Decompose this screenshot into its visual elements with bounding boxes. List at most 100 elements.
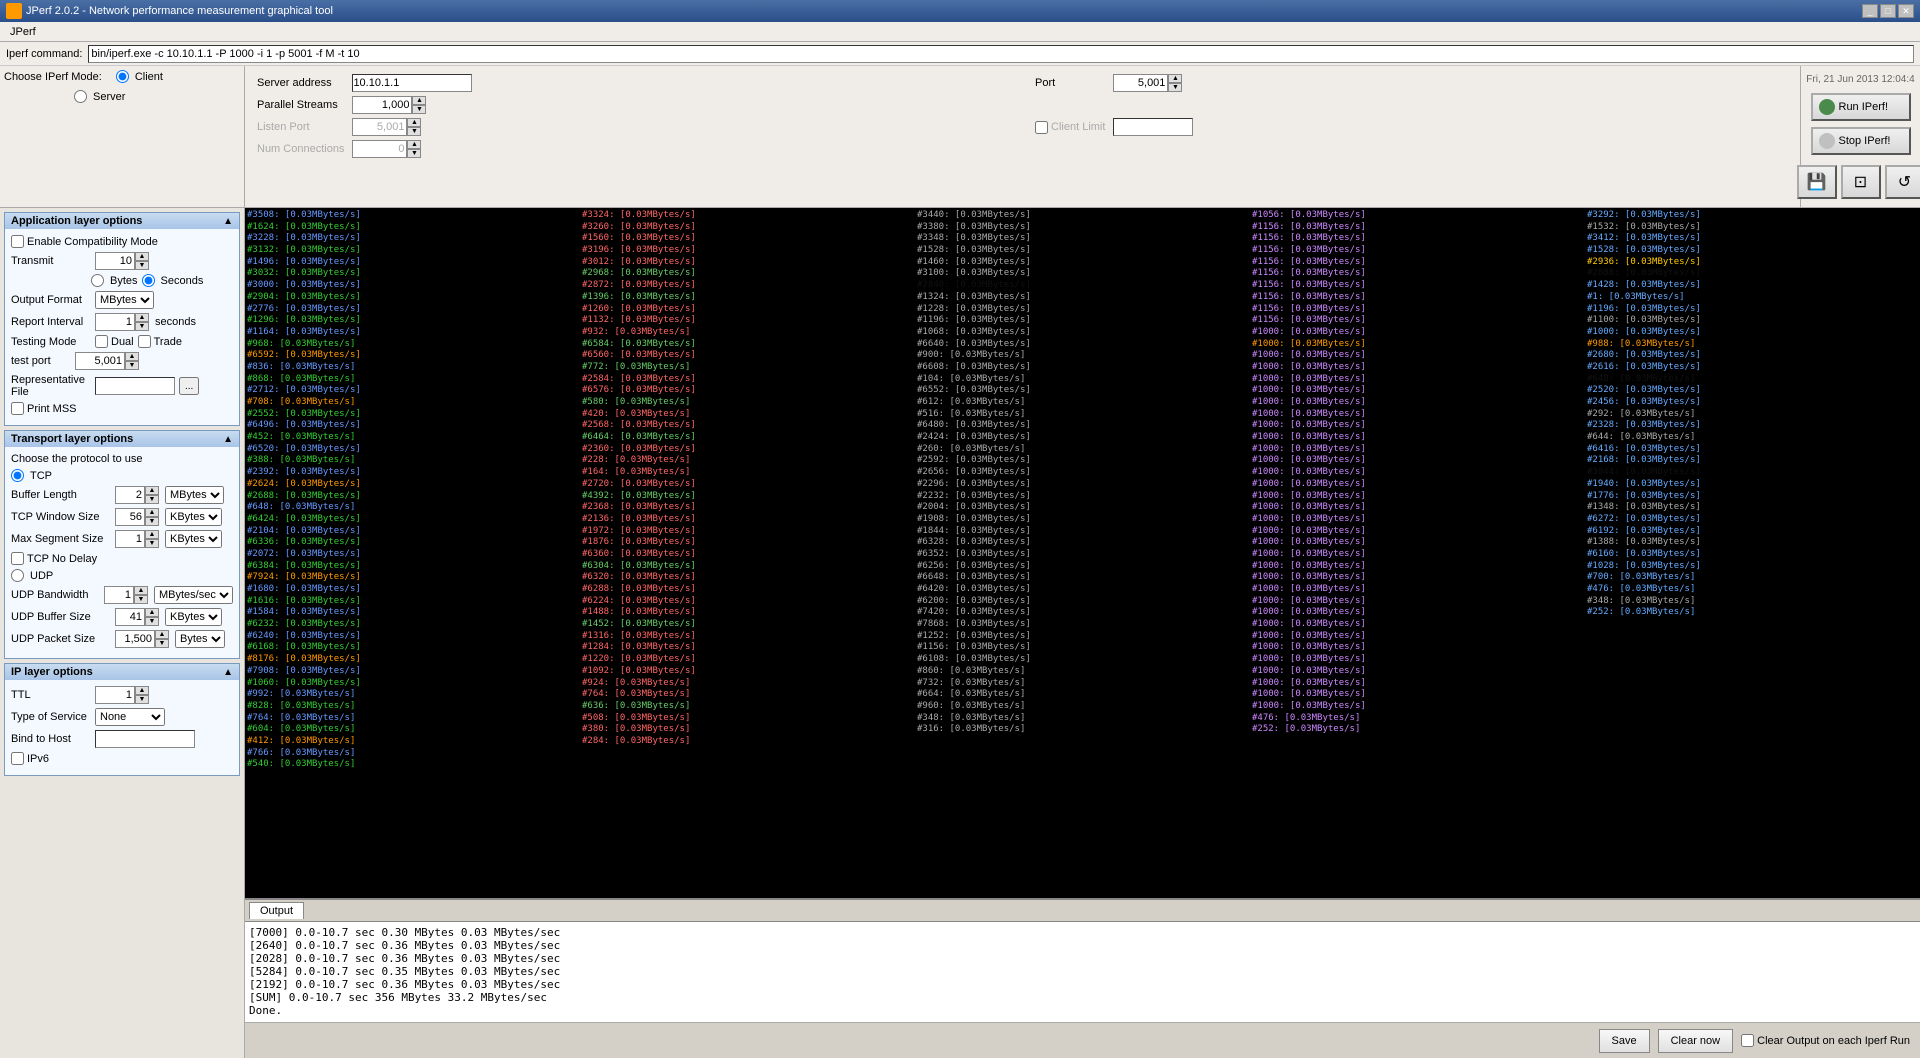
client-radio-label[interactable]: Client [116, 70, 163, 83]
test-port-input[interactable] [75, 352, 125, 370]
tcp-window-up[interactable]: ▲ [145, 508, 159, 517]
ipv6-checkbox[interactable] [11, 752, 24, 765]
print-mss-label[interactable]: Print MSS [11, 402, 77, 415]
ipv6-label[interactable]: IPv6 [11, 752, 49, 765]
output-tab[interactable]: Output [249, 902, 304, 919]
print-mss-checkbox[interactable] [11, 402, 24, 415]
port-down[interactable]: ▼ [1168, 83, 1182, 92]
bytes-radio-label[interactable]: Bytes [91, 274, 138, 287]
ttl-up[interactable]: ▲ [135, 686, 149, 695]
tcp-radio[interactable] [11, 469, 24, 482]
ip-collapse[interactable]: ▲ [223, 667, 233, 678]
udp-buffer-unit-select[interactable]: KBytes [165, 608, 222, 626]
bytes-radio[interactable] [91, 274, 104, 287]
udp-radio-label[interactable]: UDP [11, 569, 53, 582]
transmit-down[interactable]: ▼ [135, 261, 149, 270]
tcp-radio-label[interactable]: TCP [11, 469, 52, 482]
transport-collapse[interactable]: ▲ [223, 434, 233, 445]
tcp-no-delay-label[interactable]: TCP No Delay [11, 552, 97, 565]
tos-select[interactable]: None [95, 708, 165, 726]
udp-buf-up[interactable]: ▲ [145, 608, 159, 617]
transmit-input[interactable] [95, 252, 135, 270]
app-layer-header[interactable]: Application layer options ▲ [5, 213, 239, 229]
listen-down[interactable]: ▼ [407, 127, 421, 136]
ttl-down[interactable]: ▼ [135, 695, 149, 704]
buffer-down[interactable]: ▼ [145, 495, 159, 504]
udp-bandwidth-input[interactable] [104, 586, 134, 604]
port-up[interactable]: ▲ [1168, 74, 1182, 83]
udp-bw-down[interactable]: ▼ [134, 595, 148, 604]
transport-layer-header[interactable]: Transport layer options ▲ [5, 431, 239, 447]
test-port-down[interactable]: ▼ [125, 361, 139, 370]
listen-port-input[interactable] [352, 118, 407, 136]
stop-iperf-button[interactable]: Stop IPerf! [1811, 127, 1911, 155]
udp-buffer-input[interactable] [115, 608, 145, 626]
maximize-button[interactable]: □ [1880, 4, 1896, 18]
udp-bw-up[interactable]: ▲ [134, 586, 148, 595]
udp-packet-unit-select[interactable]: Bytes [175, 630, 225, 648]
seconds-radio[interactable] [142, 274, 155, 287]
num-up[interactable]: ▲ [407, 140, 421, 149]
tcp-window-input[interactable] [115, 508, 145, 526]
client-limit-input[interactable] [1113, 118, 1193, 136]
udp-buf-down[interactable]: ▼ [145, 617, 159, 626]
app-layer-collapse[interactable]: ▲ [223, 216, 233, 227]
num-down[interactable]: ▼ [407, 149, 421, 158]
max-seg-down[interactable]: ▼ [145, 539, 159, 548]
dual-label[interactable]: Dual [95, 335, 134, 348]
buffer-length-input[interactable] [115, 486, 145, 504]
client-limit-checkbox[interactable] [1035, 121, 1048, 134]
port-input[interactable] [1113, 74, 1168, 92]
udp-pkt-down[interactable]: ▼ [155, 639, 169, 648]
report-down[interactable]: ▼ [135, 322, 149, 331]
clear-now-button[interactable]: Clear now [1658, 1029, 1734, 1053]
rep-file-input[interactable] [95, 377, 175, 395]
client-radio[interactable] [116, 70, 129, 83]
max-seg-unit-select[interactable]: KBytes [165, 530, 222, 548]
transmit-up[interactable]: ▲ [135, 252, 149, 261]
refresh-icon-button[interactable]: ↺ [1885, 165, 1920, 199]
save-icon-button[interactable]: 💾 [1797, 165, 1837, 199]
minimize-button[interactable]: _ [1862, 4, 1878, 18]
compat-checkbox[interactable] [11, 235, 24, 248]
server-radio[interactable] [74, 90, 87, 103]
parallel-streams-input[interactable] [352, 96, 412, 114]
run-iperf-button[interactable]: Run IPerf! [1811, 93, 1911, 121]
buffer-length-unit-select[interactable]: MBytes [165, 486, 224, 504]
test-port-up[interactable]: ▲ [125, 352, 139, 361]
tcp-window-unit-select[interactable]: KBytes [165, 508, 222, 526]
client-limit-label[interactable]: Client Limit [1035, 121, 1105, 134]
clear-output-checkbox[interactable] [1741, 1034, 1754, 1047]
udp-bandwidth-unit-select[interactable]: MBytes/sec [154, 586, 233, 604]
server-radio-label[interactable]: Server [74, 90, 125, 103]
save-button[interactable]: Save [1599, 1029, 1650, 1053]
bind-host-input[interactable] [95, 730, 195, 748]
parallel-down[interactable]: ▼ [412, 105, 426, 114]
menu-jperf[interactable]: JPerf [4, 26, 42, 38]
tcp-window-down[interactable]: ▼ [145, 517, 159, 526]
seconds-radio-label[interactable]: Seconds [142, 274, 204, 287]
udp-radio[interactable] [11, 569, 24, 582]
cmd-input[interactable] [88, 45, 1914, 63]
udp-pkt-up[interactable]: ▲ [155, 630, 169, 639]
clear-output-label[interactable]: Clear Output on each Iperf Run [1741, 1034, 1910, 1047]
num-connections-input[interactable] [352, 140, 407, 158]
rep-file-browse[interactable]: ... [179, 377, 199, 395]
trade-checkbox[interactable] [138, 335, 151, 348]
buffer-up[interactable]: ▲ [145, 486, 159, 495]
server-address-input[interactable] [352, 74, 472, 92]
max-seg-input[interactable] [115, 530, 145, 548]
compat-label[interactable]: Enable Compatibility Mode [11, 235, 158, 248]
close-button[interactable]: ✕ [1898, 4, 1914, 18]
udp-packet-input[interactable] [115, 630, 155, 648]
ip-layer-header[interactable]: IP layer options ▲ [5, 664, 239, 680]
dual-checkbox[interactable] [95, 335, 108, 348]
tcp-no-delay-checkbox[interactable] [11, 552, 24, 565]
report-interval-input[interactable] [95, 313, 135, 331]
reload-icon-button[interactable]: ⊡ [1841, 165, 1881, 199]
parallel-up[interactable]: ▲ [412, 96, 426, 105]
listen-up[interactable]: ▲ [407, 118, 421, 127]
report-up[interactable]: ▲ [135, 313, 149, 322]
max-seg-up[interactable]: ▲ [145, 530, 159, 539]
output-format-select[interactable]: MBytes [95, 291, 154, 309]
